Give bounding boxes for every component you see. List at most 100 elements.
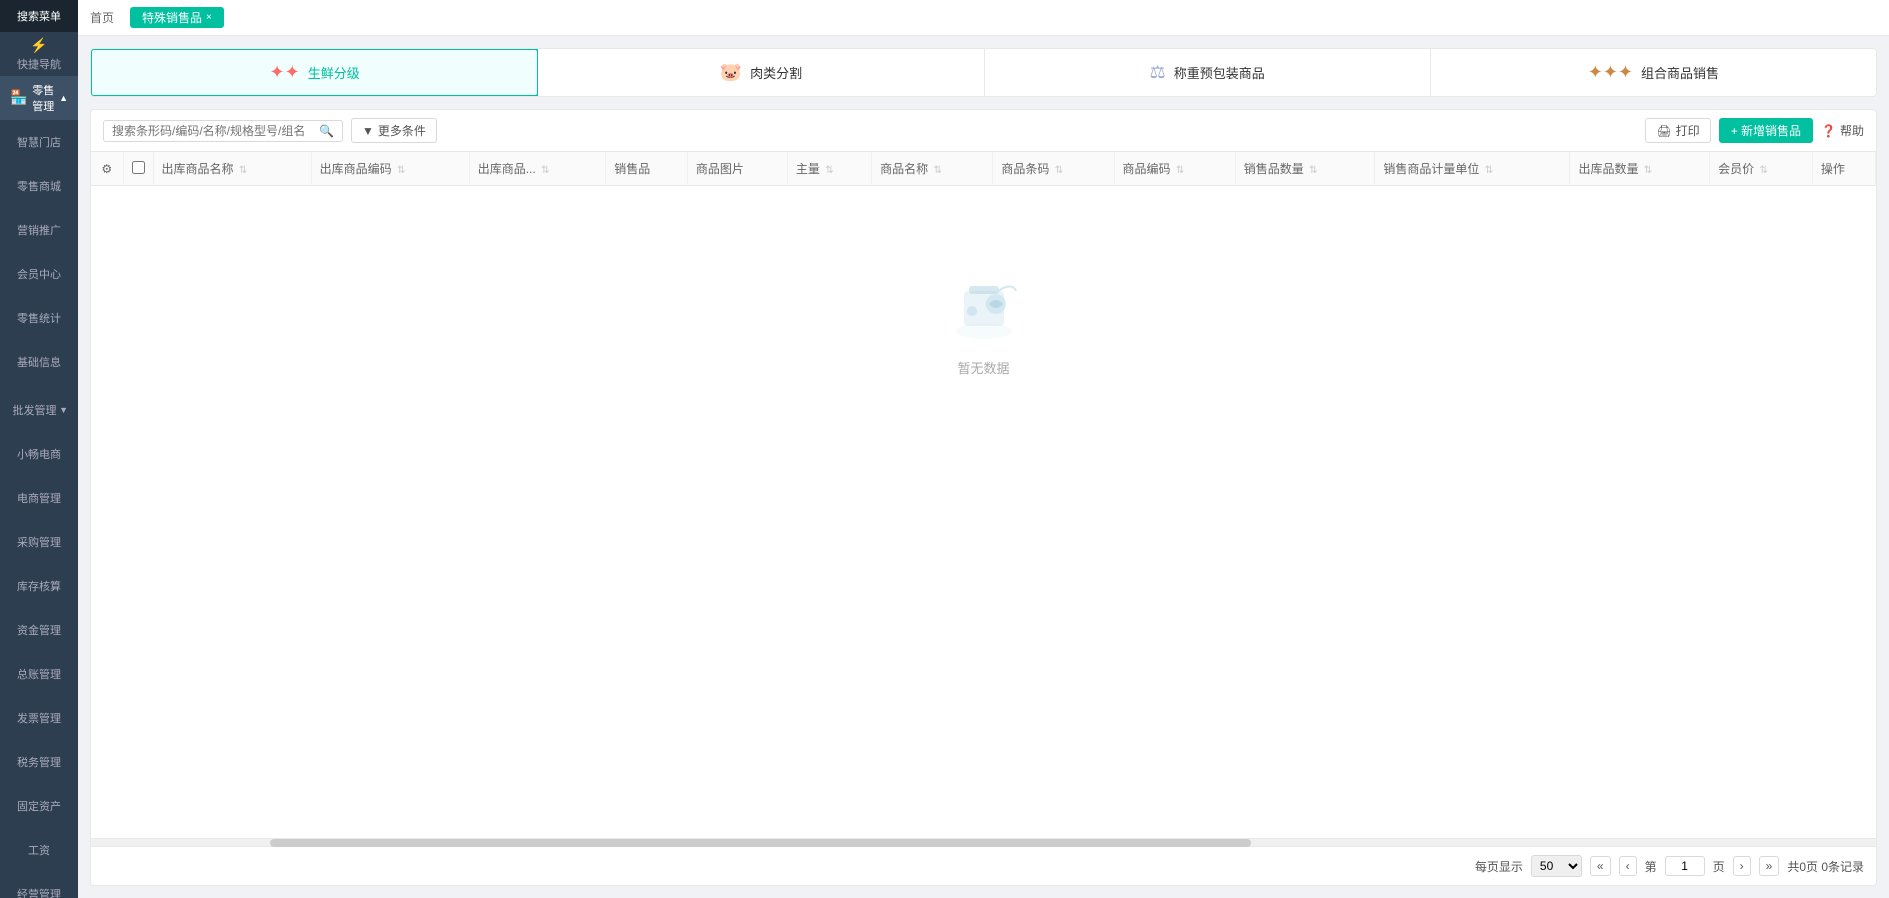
fresh-grade-icon: ✦✦	[270, 62, 300, 83]
th-product-name[interactable]: 商品名称 ⇅	[872, 152, 993, 186]
current-tab-label: 特殊销售品	[142, 9, 202, 26]
tab-meat-cut[interactable]: 🐷 肉类分割	[538, 49, 984, 96]
sidebar-item-ecommerce-mgmt[interactable]: 电商管理	[0, 476, 78, 520]
sidebar-logo[interactable]: 搜索菜单	[0, 0, 78, 32]
breadcrumb-current-tab[interactable]: 特殊销售品 ×	[130, 7, 224, 28]
retail-mgmt-icon: 🏪	[10, 89, 27, 106]
page-label-suffix: 页	[1713, 858, 1725, 875]
sidebar-item-quick-nav[interactable]: ⚡ 快捷导航	[0, 32, 78, 76]
search-input[interactable]	[112, 124, 319, 138]
sidebar-item-stock-check[interactable]: 库存核算	[0, 564, 78, 608]
sidebar-item-fixed-assets[interactable]: 固定资产	[0, 784, 78, 828]
tab-fresh-grade[interactable]: ✦✦ 生鲜分级	[90, 48, 539, 97]
per-page-select[interactable]: 50 20 100	[1531, 855, 1582, 877]
stock-check-label: 库存核算	[17, 578, 61, 594]
main-area: 首页 特殊销售品 × ✦✦ 生鲜分级 🐷 肉类分割 ⚖ 称重预包装商品 ✦✦✦	[78, 0, 1889, 898]
sidebar-item-salary[interactable]: 工资	[0, 828, 78, 872]
close-tab-button[interactable]: ×	[206, 12, 212, 23]
th-product-image[interactable]: 商品图片	[687, 152, 787, 186]
th-product-code[interactable]: 商品编码 ⇅	[1114, 152, 1235, 186]
sidebar-item-sales-promo[interactable]: 营销推广	[0, 208, 78, 252]
th-settings[interactable]: ⚙	[91, 152, 123, 186]
th-out-product-code[interactable]: 出库商品编码 ⇅	[311, 152, 469, 186]
sort-arrows: ⇅	[1055, 165, 1063, 176]
add-button[interactable]: + 新增销售品	[1719, 118, 1813, 143]
breadcrumb-home[interactable]: 首页	[90, 9, 114, 26]
tab-label: 组合商品销售	[1641, 63, 1719, 82]
th-out-product-name[interactable]: 出库商品名称 ⇅	[153, 152, 311, 186]
first-page-button[interactable]: «	[1590, 856, 1611, 876]
sidebar-item-general-ledger[interactable]: 总账管理	[0, 652, 78, 696]
sidebar-item-business-mgmt[interactable]: 经营管理	[0, 872, 78, 898]
filter-button[interactable]: ▼ 更多条件	[351, 118, 437, 143]
fixed-assets-label: 固定资产	[17, 798, 61, 814]
page-label-prefix: 第	[1645, 858, 1657, 875]
table-header-row: ⚙ 出库商品名称 ⇅ 出库商品编码 ⇅	[91, 152, 1876, 186]
sidebar-item-smart-store[interactable]: 智慧门店	[0, 120, 78, 164]
toolbar-right: 🖨 打印 + 新增销售品 ❓ 帮助	[1645, 118, 1864, 143]
sidebar-item-retail-stats[interactable]: 零售统计	[0, 296, 78, 340]
scale-pack-icon: ⚖	[1150, 62, 1166, 83]
th-sale-product[interactable]: 销售品	[606, 152, 688, 186]
th-sale-unit[interactable]: 销售商品计量单位 ⇅	[1375, 152, 1570, 186]
th-barcode[interactable]: 商品条码 ⇅	[993, 152, 1114, 186]
select-all-checkbox[interactable]	[132, 161, 145, 174]
sidebar-item-basic-info[interactable]: 基础信息	[0, 340, 78, 384]
table-container: ⚙ 出库商品名称 ⇅ 出库商品编码 ⇅	[91, 152, 1876, 838]
tab-combo-sales[interactable]: ✦✦✦ 组合商品销售	[1431, 49, 1876, 96]
next-page-button[interactable]: ›	[1733, 856, 1751, 876]
tab-bar: ✦✦ 生鲜分级 🐷 肉类分割 ⚖ 称重预包装商品 ✦✦✦ 组合商品销售	[90, 48, 1877, 97]
sidebar-item-member-center[interactable]: 会员中心	[0, 252, 78, 296]
business-mgmt-label: 经营管理	[17, 886, 61, 898]
settings-icon: ⚙	[101, 162, 112, 176]
help-button[interactable]: ❓ 帮助	[1821, 122, 1864, 139]
th-weight[interactable]: 主量 ⇅	[787, 152, 871, 186]
th-member-price[interactable]: 会员价 ⇅	[1710, 152, 1813, 186]
sort-arrows: ⇅	[1759, 165, 1767, 176]
print-icon: 🖨	[1656, 124, 1671, 138]
print-button[interactable]: 🖨 打印	[1645, 118, 1710, 143]
topbar: 首页 特殊销售品 ×	[78, 0, 1889, 36]
sort-arrows: ⇅	[239, 165, 247, 176]
salary-label: 工资	[28, 842, 50, 858]
general-ledger-label: 总账管理	[17, 666, 61, 682]
scroll-thumb[interactable]	[270, 839, 1252, 847]
filter-icon: ▼	[362, 124, 374, 138]
sort-arrows: ⇅	[397, 165, 405, 176]
meat-cut-icon: 🐷	[720, 62, 742, 83]
sidebar-item-label: 零售管理	[27, 82, 59, 114]
small-shop-label: 小畅电商	[17, 446, 61, 462]
sidebar-item-finance-mgmt[interactable]: 资金管理	[0, 608, 78, 652]
th-out-product-detail[interactable]: 出库商品... ⇅	[469, 152, 606, 186]
search-icon[interactable]: 🔍	[319, 124, 334, 138]
sidebar-item-wholesale-mgmt[interactable]: 批发管理 ▼	[0, 388, 78, 432]
empty-state: 暂无数据	[91, 186, 1876, 457]
pagination: 每页显示 50 20 100 « ‹ 第 页 › » 共0页 0条记录	[91, 846, 1876, 885]
tax-mgmt-label: 税务管理	[17, 754, 61, 770]
arrow-icon: ▼	[59, 405, 68, 415]
tab-label: 称重预包装商品	[1174, 63, 1265, 82]
sidebar-item-retail-mgmt[interactable]: 🏪 零售管理 ▲	[0, 76, 78, 120]
help-label: 帮助	[1840, 122, 1864, 139]
th-checkbox[interactable]	[123, 152, 153, 186]
last-page-button[interactable]: »	[1759, 856, 1780, 876]
member-center-label: 会员中心	[17, 266, 61, 282]
sidebar-item-small-shop[interactable]: 小畅电商	[0, 432, 78, 476]
th-out-qty[interactable]: 出库品数量 ⇅	[1570, 152, 1710, 186]
sort-arrows: ⇅	[934, 165, 942, 176]
sidebar-item-purchase-mgmt[interactable]: 采购管理	[0, 520, 78, 564]
wholesale-mgmt-label: 批发管理	[10, 402, 59, 418]
prev-page-button[interactable]: ‹	[1619, 856, 1637, 876]
filter-label: 更多条件	[378, 122, 426, 139]
empty-illustration	[944, 266, 1024, 346]
sidebar-item-label: 快捷导航	[17, 56, 61, 72]
sidebar-item-tax-mgmt[interactable]: 税务管理	[0, 740, 78, 784]
toolbar: 🔍 ▼ 更多条件 🖨 打印 + 新增销售品 ❓ 帮助	[91, 110, 1876, 152]
th-sale-qty[interactable]: 销售品数量 ⇅	[1235, 152, 1375, 186]
tab-scale-pack[interactable]: ⚖ 称重预包装商品	[985, 49, 1431, 96]
search-box[interactable]: 🔍	[103, 120, 343, 142]
sidebar-item-retail-mall[interactable]: 零售商城	[0, 164, 78, 208]
page-number-input[interactable]	[1665, 856, 1705, 876]
horizontal-scrollbar[interactable]	[91, 838, 1876, 846]
sidebar-item-invoice-mgmt[interactable]: 发票管理	[0, 696, 78, 740]
